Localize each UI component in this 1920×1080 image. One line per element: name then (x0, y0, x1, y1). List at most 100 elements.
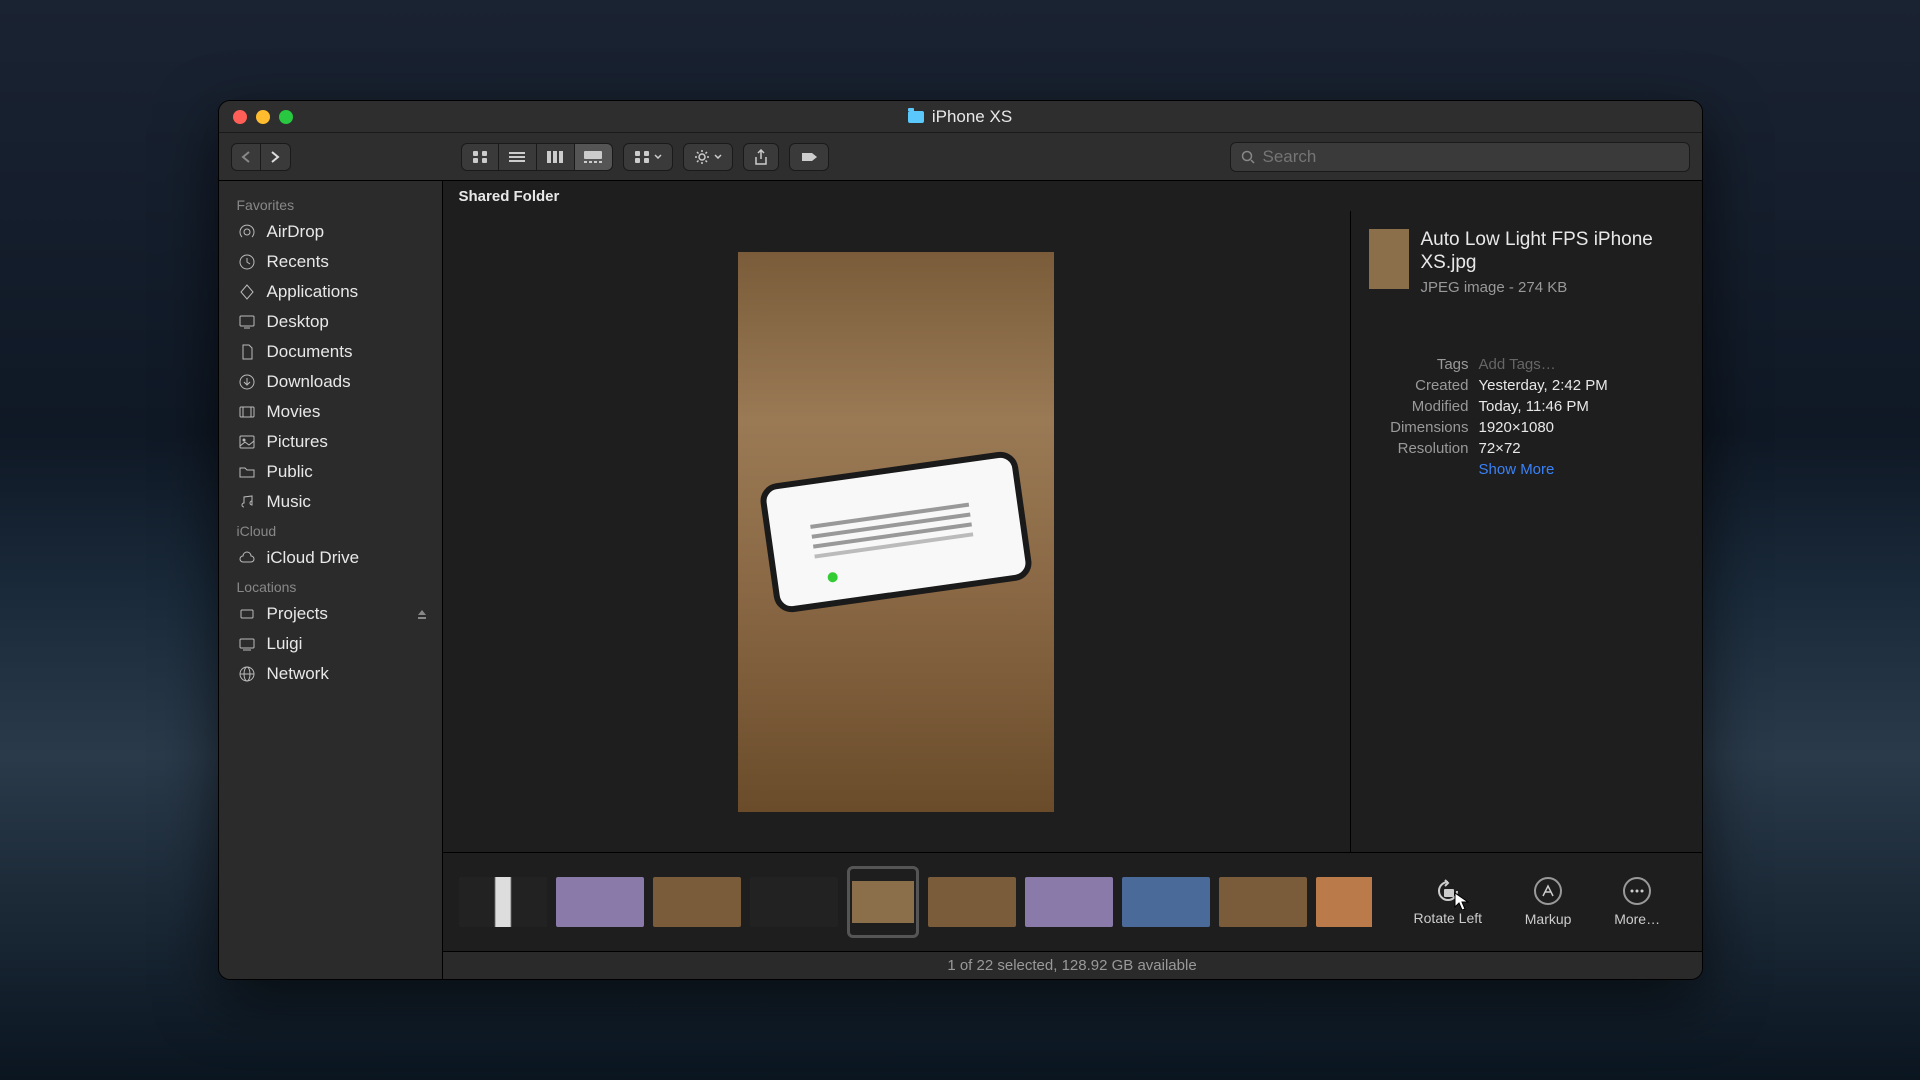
maximize-button[interactable] (279, 110, 293, 124)
icon-view-button[interactable] (461, 143, 499, 171)
search-input[interactable] (1263, 147, 1679, 167)
sidebar-item-icloud-drive[interactable]: iCloud Drive (219, 543, 442, 573)
sidebar-item-label: Projects (267, 604, 328, 624)
thumbnail[interactable] (653, 877, 741, 927)
chevron-down-icon (654, 154, 662, 159)
traffic-lights (233, 110, 293, 124)
arrange-button[interactable] (623, 143, 673, 171)
back-button[interactable] (231, 143, 261, 171)
thumbnail[interactable] (1316, 877, 1373, 927)
folder-icon (237, 462, 257, 482)
clock-icon (237, 252, 257, 272)
list-view-button[interactable] (499, 143, 537, 171)
thumbnail-strip[interactable] (443, 853, 1373, 951)
thumbnail-selected[interactable] (847, 866, 919, 938)
eject-icon[interactable] (416, 608, 428, 620)
sidebar-item-network[interactable]: Network (219, 659, 442, 689)
sidebar-item-applications[interactable]: Applications (219, 277, 442, 307)
movies-icon (237, 402, 257, 422)
sidebar-item-label: Pictures (267, 432, 328, 452)
forward-button[interactable] (261, 143, 291, 171)
status-text: 1 of 22 selected, 128.92 GB available (947, 957, 1196, 974)
gallery-view-button[interactable] (575, 143, 613, 171)
sidebar-item-desktop[interactable]: Desktop (219, 307, 442, 337)
tags-field[interactable]: Add Tags… (1479, 356, 1556, 373)
sidebar-item-pictures[interactable]: Pictures (219, 427, 442, 457)
search-icon (1241, 150, 1255, 164)
gear-icon (694, 149, 710, 165)
sidebar-item-projects[interactable]: Projects (219, 599, 442, 629)
meta-label: Modified (1369, 398, 1469, 415)
action-label: Rotate Left (1414, 910, 1483, 926)
rotate-icon (1435, 878, 1461, 904)
sidebar-item-public[interactable]: Public (219, 457, 442, 487)
info-panel: Auto Low Light FPS iPhone XS.jpg JPEG im… (1350, 211, 1702, 852)
meta-value: 1920×1080 (1479, 419, 1555, 436)
share-button[interactable] (743, 143, 779, 171)
tags-button[interactable] (789, 143, 829, 171)
info-thumbnail (1369, 229, 1409, 289)
file-type: JPEG image - 274 KB (1421, 279, 1684, 296)
sidebar-item-label: Public (267, 462, 313, 482)
sidebar-item-label: Network (267, 664, 329, 684)
sidebar-item-label: Downloads (267, 372, 351, 392)
sidebar-item-documents[interactable]: Documents (219, 337, 442, 367)
show-more-link[interactable]: Show More (1479, 461, 1555, 478)
thumbnail[interactable] (750, 877, 838, 927)
sidebar-item-downloads[interactable]: Downloads (219, 367, 442, 397)
column-view-button[interactable] (537, 143, 575, 171)
titlebar: iPhone XS (219, 101, 1702, 133)
computer-icon (237, 634, 257, 654)
tag-icon (800, 151, 818, 163)
thumbnail[interactable] (1025, 877, 1113, 927)
disk-icon (237, 604, 257, 624)
thumbnail[interactable] (928, 877, 1016, 927)
search-field[interactable] (1230, 142, 1690, 172)
meta-label: Tags (1369, 356, 1469, 373)
pictures-icon (237, 432, 257, 452)
close-button[interactable] (233, 110, 247, 124)
meta-label: Created (1369, 377, 1469, 394)
downloads-icon (237, 372, 257, 392)
applications-icon (237, 282, 257, 302)
finder-window: iPhone XS (218, 100, 1703, 980)
thumbnail[interactable] (1219, 877, 1307, 927)
sidebar-item-movies[interactable]: Movies (219, 397, 442, 427)
sidebar-item-label: Music (267, 492, 311, 512)
preview-area (443, 211, 1350, 852)
sidebar-item-recents[interactable]: Recents (219, 247, 442, 277)
sidebar-item-airdrop[interactable]: AirDrop (219, 217, 442, 247)
thumbnail[interactable] (556, 877, 644, 927)
action-button[interactable] (683, 143, 733, 171)
preview-image[interactable] (738, 252, 1054, 812)
sidebar-item-label: iCloud Drive (267, 548, 360, 568)
markup-button[interactable]: Markup (1525, 877, 1572, 927)
meta-value: 72×72 (1479, 440, 1521, 457)
action-label: Markup (1525, 911, 1572, 927)
meta-label: Resolution (1369, 440, 1469, 457)
more-button[interactable]: More… (1614, 877, 1660, 927)
rotate-left-button[interactable]: Rotate Left (1414, 878, 1483, 926)
thumbnail[interactable] (459, 877, 547, 927)
meta-label: Dimensions (1369, 419, 1469, 436)
thumbnail[interactable] (1122, 877, 1210, 927)
minimize-button[interactable] (256, 110, 270, 124)
sidebar-item-label: AirDrop (267, 222, 325, 242)
meta-value: Today, 11:46 PM (1479, 398, 1589, 415)
sidebar-item-luigi[interactable]: Luigi (219, 629, 442, 659)
airdrop-icon (237, 222, 257, 242)
sidebar-item-music[interactable]: Music (219, 487, 442, 517)
markup-icon (1534, 877, 1562, 905)
folder-icon (908, 111, 924, 123)
toolbar (219, 133, 1702, 181)
sidebar-section-header: iCloud (219, 517, 442, 543)
share-icon (754, 149, 768, 165)
more-icon (1623, 877, 1651, 905)
path-bar: Shared Folder (443, 181, 1702, 211)
chevron-down-icon (714, 154, 722, 159)
desktop-icon (237, 312, 257, 332)
network-icon (237, 664, 257, 684)
sidebar-item-label: Desktop (267, 312, 329, 332)
window-title: iPhone XS (932, 107, 1012, 127)
sidebar-item-label: Movies (267, 402, 321, 422)
